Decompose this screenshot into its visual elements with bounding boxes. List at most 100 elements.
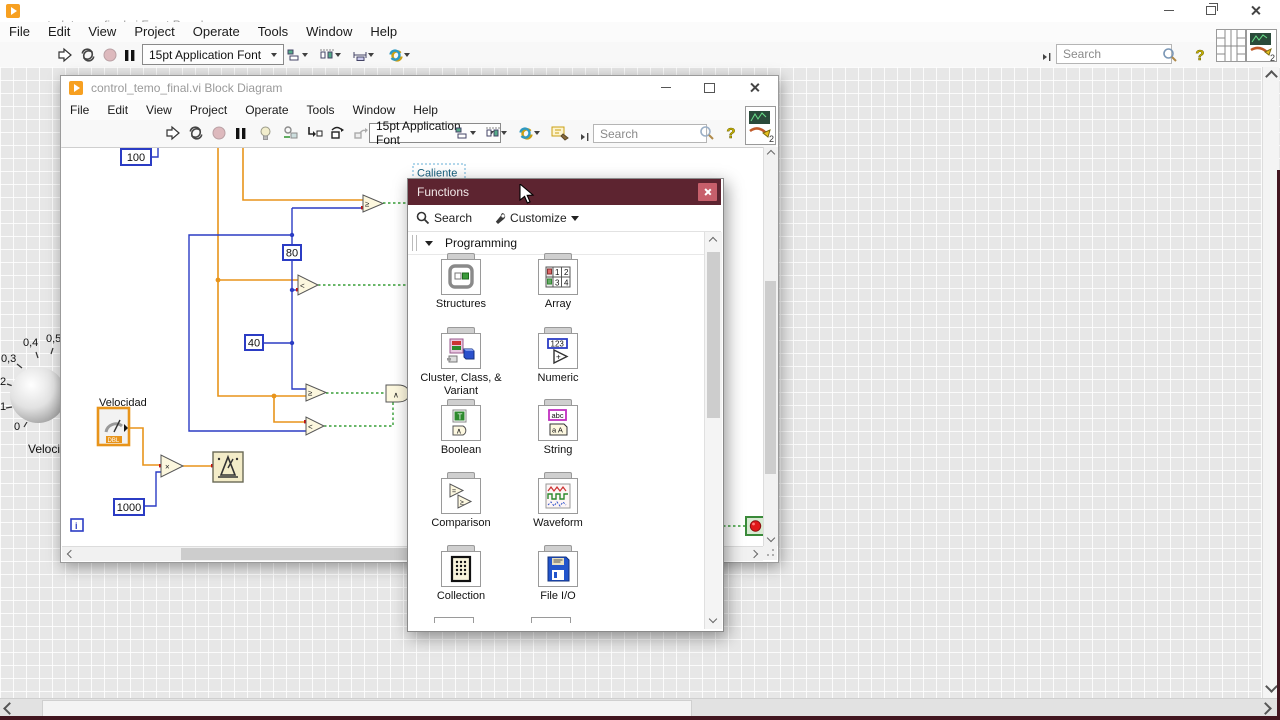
bd-vscroll-thumb[interactable] — [765, 281, 776, 474]
bd-maximize-button[interactable] — [692, 77, 726, 98]
menu-edit[interactable]: Edit — [39, 22, 79, 42]
palette-item-collection[interactable]: Collection — [405, 545, 517, 603]
wait-ms-node[interactable] — [212, 451, 244, 483]
restore-button[interactable] — [1194, 0, 1228, 21]
scroll-right-icon[interactable] — [1258, 701, 1272, 715]
search-expand-icon[interactable] — [580, 129, 590, 147]
bd-close-button[interactable] — [737, 77, 771, 98]
numeric-constants[interactable]: 100 80 40 1000 — [113, 148, 302, 516]
menu-help[interactable]: Help — [404, 100, 447, 120]
palette-item-array[interactable]: 1234 Array — [502, 253, 614, 311]
scroll-left-icon[interactable] — [2, 701, 16, 715]
palette-close-button[interactable] — [698, 183, 717, 201]
velocidad-knob[interactable]: 0,5 0,4 0,3 2 1 0 Velocidad — [0, 326, 62, 468]
bd-minimize-button[interactable] — [649, 77, 683, 98]
scroll-left-icon[interactable] — [64, 547, 78, 561]
reorder-button[interactable] — [384, 45, 414, 65]
run-button[interactable] — [163, 123, 183, 143]
palette-item-structures[interactable]: Structures — [405, 253, 517, 311]
palette-category-programming[interactable]: Programming — [408, 232, 704, 255]
pause-button[interactable] — [120, 45, 140, 65]
fp-search-button[interactable] — [1160, 45, 1180, 65]
menu-project[interactable]: Project — [181, 100, 236, 120]
palette-category-label: Programming — [445, 236, 518, 250]
palette-item-string[interactable]: abc a A String — [502, 399, 614, 457]
bd-vertical-scrollbar[interactable] — [763, 147, 778, 546]
scroll-up-icon[interactable] — [706, 234, 720, 248]
bd-vi-icon[interactable]: 2 — [745, 106, 776, 145]
run-continuously-button[interactable] — [78, 45, 98, 65]
menu-file[interactable]: File — [61, 100, 98, 120]
resize-objects-button[interactable] — [349, 45, 377, 65]
palette-search-button[interactable]: Search — [408, 211, 472, 225]
palette-item-numeric[interactable]: 123 + Numeric — [502, 327, 614, 385]
abort-button[interactable] — [100, 45, 120, 65]
fp-search-input[interactable]: Search — [1056, 44, 1172, 64]
abort-button[interactable] — [209, 123, 229, 143]
step-out-button[interactable] — [350, 123, 370, 143]
scroll-down-icon[interactable] — [706, 612, 720, 626]
palette-item-waveform[interactable]: Waveform — [502, 472, 614, 530]
fp-horizontal-scrollbar[interactable] — [0, 698, 1280, 718]
bd-resize-grip[interactable] — [763, 546, 777, 560]
fp-vi-icon[interactable]: 2 — [1246, 29, 1277, 63]
menu-operate[interactable]: Operate — [184, 22, 249, 42]
menu-tools[interactable]: Tools — [298, 100, 344, 120]
menu-view[interactable]: View — [79, 22, 125, 42]
close-button[interactable] — [1238, 0, 1272, 21]
menu-edit[interactable]: Edit — [98, 100, 137, 120]
menu-window[interactable]: Window — [297, 22, 361, 42]
minimize-button[interactable] — [1152, 0, 1186, 21]
knob-dial[interactable] — [10, 367, 62, 423]
palette-item-cluster[interactable]: Cluster, Class, & Variant — [405, 327, 517, 398]
search-expand-icon[interactable] — [1042, 49, 1052, 67]
bd-search-input[interactable]: Search — [593, 124, 707, 143]
bd-hscroll-thumb[interactable] — [181, 548, 411, 560]
stop-led-terminal[interactable] — [745, 516, 766, 536]
connector-pane-icon[interactable] — [1216, 29, 1246, 62]
menu-project[interactable]: Project — [125, 22, 183, 42]
step-into-button[interactable] — [304, 123, 324, 143]
scroll-down-icon[interactable] — [1264, 679, 1278, 693]
highlight-execution-button[interactable] — [255, 123, 275, 143]
reorder-button[interactable] — [514, 123, 544, 143]
run-continuously-button[interactable] — [186, 123, 206, 143]
clean-up-diagram-button[interactable] — [548, 123, 574, 143]
svg-text:0,3: 0,3 — [1, 353, 16, 365]
menu-operate[interactable]: Operate — [236, 100, 297, 120]
palette-item-file-io[interactable]: File I/O — [502, 545, 614, 603]
palette-scroll-thumb[interactable] — [707, 252, 720, 418]
menu-view[interactable]: View — [137, 100, 181, 120]
menu-file[interactable]: File — [0, 22, 39, 42]
minimize-icon — [661, 87, 671, 88]
palette-item-boolean[interactable]: T ∧ Boolean — [405, 399, 517, 457]
scroll-up-icon[interactable] — [1264, 69, 1278, 83]
multiply-node[interactable]: × — [160, 454, 185, 478]
retain-wire-values-button[interactable] — [280, 123, 300, 143]
scroll-down-icon[interactable] — [764, 531, 778, 545]
distribute-objects-button[interactable] — [482, 123, 510, 143]
comparison-nodes[interactable] — [297, 194, 385, 436]
context-help-button[interactable]: ? — [1190, 45, 1210, 65]
and-symbol: ∧ — [393, 391, 399, 400]
info-terminal[interactable]: i — [70, 518, 84, 532]
font-selector[interactable]: 15pt Application Font — [142, 44, 284, 65]
menu-window[interactable]: Window — [344, 100, 405, 120]
scroll-up-icon[interactable] — [764, 147, 778, 161]
align-objects-button[interactable] — [451, 123, 479, 143]
step-over-button[interactable] — [327, 123, 347, 143]
menu-help[interactable]: Help — [361, 22, 406, 42]
palette-item-comparison[interactable]: = ≥ Comparison — [405, 472, 517, 530]
scroll-right-icon[interactable] — [747, 547, 761, 561]
pause-button[interactable] — [231, 123, 251, 143]
bd-search-button[interactable] — [697, 123, 717, 143]
palette-scrollbar[interactable] — [704, 232, 722, 629]
velocidad-dial-terminal[interactable]: DBL — [96, 406, 131, 447]
context-help-button[interactable]: ? — [721, 123, 741, 143]
palette-customize-button[interactable]: Customize — [472, 211, 579, 225]
functions-palette-titlebar[interactable]: Functions — [408, 179, 721, 205]
distribute-objects-button[interactable] — [316, 45, 344, 65]
run-button[interactable] — [55, 45, 75, 65]
align-objects-button[interactable] — [283, 45, 311, 65]
menu-tools[interactable]: Tools — [249, 22, 297, 42]
